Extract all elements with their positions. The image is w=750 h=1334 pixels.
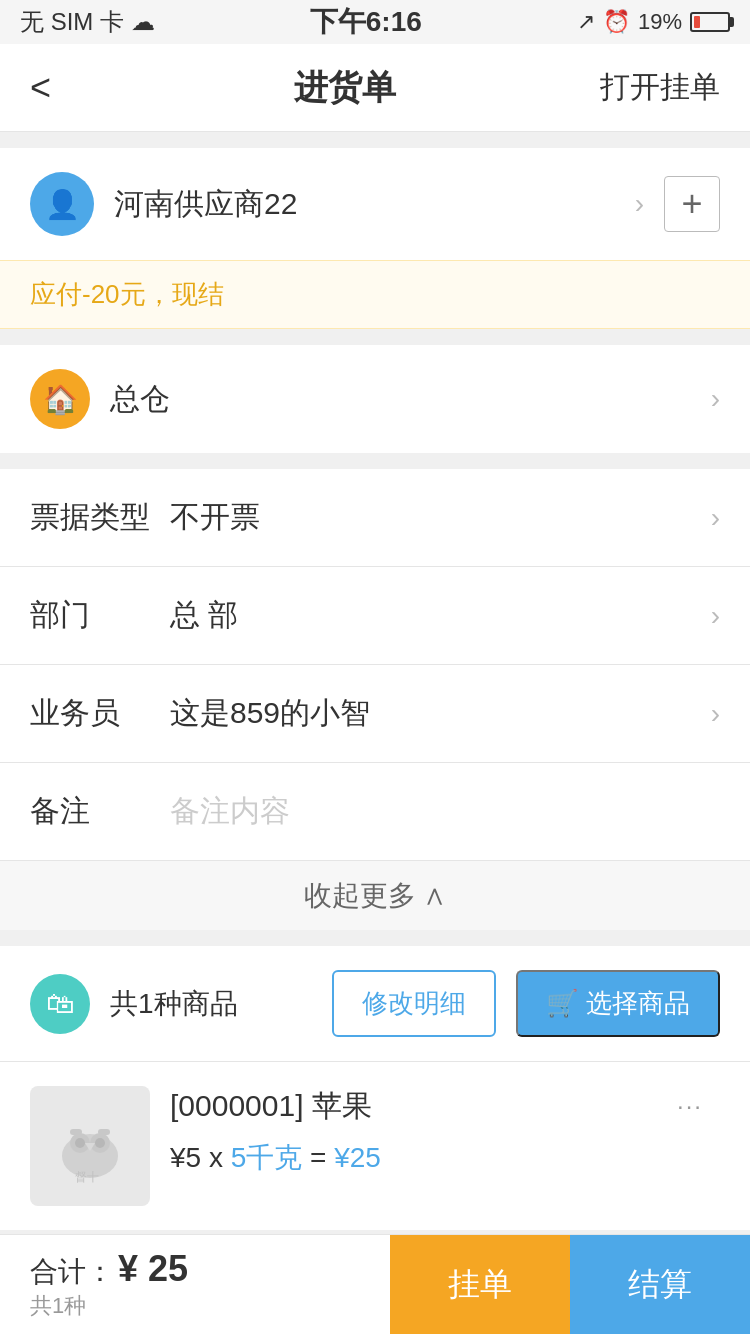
invoice-type-row[interactable]: 票据类型 不开票 › bbox=[0, 469, 750, 566]
unit-price: ¥5 bbox=[170, 1142, 201, 1173]
product-title: 苹果 bbox=[312, 1089, 372, 1122]
cart-icon: 🛒 bbox=[546, 988, 578, 1019]
alarm-icon: ⏰ bbox=[603, 9, 630, 35]
divider-3 bbox=[0, 453, 750, 469]
supplier-name: 河南供应商22 bbox=[114, 184, 635, 225]
total-amount: ¥ 25 bbox=[118, 1248, 188, 1290]
salesperson-row[interactable]: 业务员 这是859的小智 › bbox=[0, 665, 750, 762]
supplier-row: 👤 河南供应商22 › + bbox=[0, 148, 750, 260]
warehouse-arrow-icon: › bbox=[711, 383, 720, 415]
select-product-button[interactable]: 🛒 选择商品 bbox=[516, 970, 720, 1037]
total-section: 合计： ¥ 25 共1种 bbox=[0, 1235, 390, 1334]
product-info: [0000001] 苹果 ¥5 x 5千克 = ¥25 bbox=[170, 1086, 660, 1177]
open-pending-button[interactable]: 打开挂单 bbox=[600, 67, 720, 108]
battery-icon bbox=[690, 12, 730, 32]
supplier-avatar: 👤 bbox=[30, 172, 94, 236]
pending-button[interactable]: 挂单 bbox=[390, 1235, 570, 1334]
status-right: ↗ ⏰ 19% bbox=[577, 9, 730, 35]
product-name: [0000001] 苹果 bbox=[170, 1086, 660, 1127]
page-title: 进货单 bbox=[294, 65, 396, 111]
invoice-type-arrow-icon: › bbox=[711, 502, 720, 534]
product-code: [0000001] bbox=[170, 1089, 303, 1122]
select-product-label: 选择商品 bbox=[586, 986, 690, 1021]
invoice-type-label: 票据类型 bbox=[30, 497, 170, 538]
divider-2 bbox=[0, 329, 750, 345]
warehouse-icon: 🏠 bbox=[30, 369, 90, 429]
supplier-arrow-icon[interactable]: › bbox=[635, 188, 644, 220]
avatar-icon: 👤 bbox=[45, 188, 80, 221]
product-qty: 5千克 bbox=[231, 1142, 303, 1173]
divider-1 bbox=[0, 132, 750, 148]
equals-sign: = bbox=[310, 1142, 334, 1173]
checkout-button[interactable]: 结算 bbox=[570, 1235, 750, 1334]
department-value: 总 部 bbox=[170, 595, 711, 636]
status-bar: 无 SIM 卡 ☁ 下午6:16 ↗ ⏰ 19% bbox=[0, 0, 750, 44]
salesperson-arrow-icon: › bbox=[711, 698, 720, 730]
warehouse-name: 总仓 bbox=[110, 379, 711, 420]
invoice-type-value: 不开票 bbox=[170, 497, 711, 538]
collapse-label: 收起更多 ∧ bbox=[304, 877, 447, 915]
location-icon: ↗ bbox=[577, 9, 595, 35]
battery-text: 19% bbox=[638, 9, 682, 35]
department-arrow-icon: › bbox=[711, 600, 720, 632]
product-price: ¥5 x 5千克 = ¥25 bbox=[170, 1139, 660, 1177]
edit-detail-button[interactable]: 修改明细 bbox=[332, 970, 496, 1037]
product-count-icon: 🛍 bbox=[30, 974, 90, 1034]
divider-4 bbox=[0, 930, 750, 946]
product-item: 督十 [0000001] 苹果 ¥5 x 5千克 = ¥25 ··· bbox=[0, 1062, 750, 1230]
status-time: 下午6:16 bbox=[310, 3, 422, 41]
product-count-text: 共1种商品 bbox=[110, 985, 312, 1023]
collapse-button[interactable]: 收起更多 ∧ bbox=[0, 860, 750, 930]
bottom-bar: 合计： ¥ 25 共1种 挂单 结算 bbox=[0, 1234, 750, 1334]
department-row[interactable]: 部门 总 部 › bbox=[0, 567, 750, 664]
salesperson-value: 这是859的小智 bbox=[170, 693, 711, 734]
back-button[interactable]: < bbox=[30, 67, 90, 109]
svg-point-3 bbox=[75, 1138, 85, 1148]
remark-label: 备注 bbox=[30, 791, 170, 832]
status-left: 无 SIM 卡 ☁ bbox=[20, 6, 155, 38]
alert-banner: 应付-20元，现结 bbox=[0, 260, 750, 329]
svg-rect-7 bbox=[98, 1129, 110, 1135]
nav-bar: < 进货单 打开挂单 bbox=[0, 44, 750, 132]
remark-placeholder: 备注内容 bbox=[170, 791, 720, 832]
warehouse-section: 🏠 总仓 › bbox=[0, 345, 750, 453]
warehouse-row[interactable]: 🏠 总仓 › bbox=[0, 345, 750, 453]
price-separator: x bbox=[209, 1142, 231, 1173]
product-section: 🛍 共1种商品 修改明细 🛒 选择商品 督十 bbox=[0, 946, 750, 1230]
product-thumbnail: 督十 bbox=[30, 1086, 150, 1206]
supplier-section: 👤 河南供应商22 › + 应付-20元，现结 bbox=[0, 148, 750, 329]
product-more-button[interactable]: ··· bbox=[660, 1086, 720, 1126]
shopping-bag-icon: 🛍 bbox=[46, 987, 74, 1020]
total-count: 共1种 bbox=[30, 1291, 360, 1321]
add-supplier-button[interactable]: + bbox=[664, 176, 720, 232]
product-header: 🛍 共1种商品 修改明细 🛒 选择商品 bbox=[0, 946, 750, 1061]
sim-status: 无 SIM 卡 ☁ bbox=[20, 6, 155, 38]
remark-row[interactable]: 备注 备注内容 bbox=[0, 763, 750, 860]
svg-rect-6 bbox=[70, 1129, 82, 1135]
total-label: 合计： bbox=[30, 1253, 114, 1291]
form-section: 票据类型 不开票 › 部门 总 部 › 业务员 这是859的小智 › 备注 备注… bbox=[0, 469, 750, 860]
svg-text:督十: 督十 bbox=[75, 1170, 99, 1184]
svg-point-4 bbox=[95, 1138, 105, 1148]
salesperson-label: 业务员 bbox=[30, 693, 170, 734]
product-total: ¥25 bbox=[334, 1142, 381, 1173]
department-label: 部门 bbox=[30, 595, 170, 636]
product-thumb-svg: 督十 bbox=[45, 1101, 135, 1191]
